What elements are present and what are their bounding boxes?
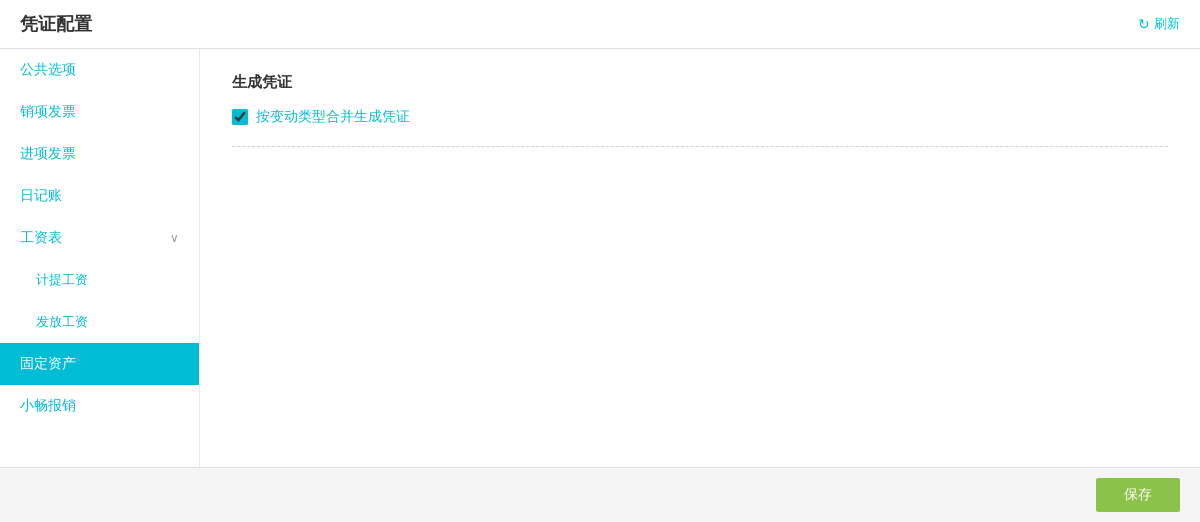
sidebar-label-sales-invoice: 销项发票 [20,103,76,121]
section-title: 生成凭证 [232,73,1168,92]
sidebar-item-fixed-assets[interactable]: 固定资产 [0,343,199,385]
sidebar-label-petty-expense: 小畅报销 [20,397,76,415]
sidebar-label-pay-salary: 发放工资 [36,313,88,331]
sidebar-item-pay-salary[interactable]: 发放工资 [0,301,199,343]
sidebar-label-payroll-table: 工资表 [20,229,62,247]
sidebar-item-sales-invoice[interactable]: 销项发票 [0,91,199,133]
refresh-icon: ↻ [1138,16,1150,32]
content-divider [232,146,1168,147]
sidebar-label-purchase-invoice: 进项发票 [20,145,76,163]
sidebar-label-public-options: 公共选项 [20,61,76,79]
chevron-down-icon: ∨ [170,231,179,245]
sidebar-item-public-options[interactable]: 公共选项 [0,49,199,91]
sidebar-item-payroll-table[interactable]: 工资表 ∨ [0,217,199,259]
refresh-button[interactable]: ↻ 刷新 [1138,15,1180,33]
merge-voucher-checkbox[interactable] [232,109,248,125]
sidebar-label-fixed-assets: 固定资产 [20,355,76,373]
checkbox-row: 按变动类型合并生成凭证 [232,108,1168,126]
header: 凭证配置 ↻ 刷新 [0,0,1200,49]
save-button[interactable]: 保存 [1096,478,1180,512]
sidebar-label-accrued-salary: 计提工资 [36,271,88,289]
sidebar-item-purchase-invoice[interactable]: 进项发票 [0,133,199,175]
footer: 保存 [0,467,1200,522]
sidebar: 公共选项销项发票进项发票日记账工资表 ∨ 计提工资发放工资固定资产小畅报销 [0,49,200,467]
sidebar-item-petty-expense[interactable]: 小畅报销 [0,385,199,427]
merge-voucher-label[interactable]: 按变动类型合并生成凭证 [256,108,410,126]
sidebar-item-journal[interactable]: 日记账 [0,175,199,217]
content-area: 生成凭证 按变动类型合并生成凭证 [200,49,1200,467]
page-title: 凭证配置 [20,12,92,36]
sidebar-label-journal: 日记账 [20,187,62,205]
refresh-label: 刷新 [1154,15,1180,33]
sidebar-item-accrued-salary[interactable]: 计提工资 [0,259,199,301]
main-layout: 公共选项销项发票进项发票日记账工资表 ∨ 计提工资发放工资固定资产小畅报销 生成凭证… [0,49,1200,467]
